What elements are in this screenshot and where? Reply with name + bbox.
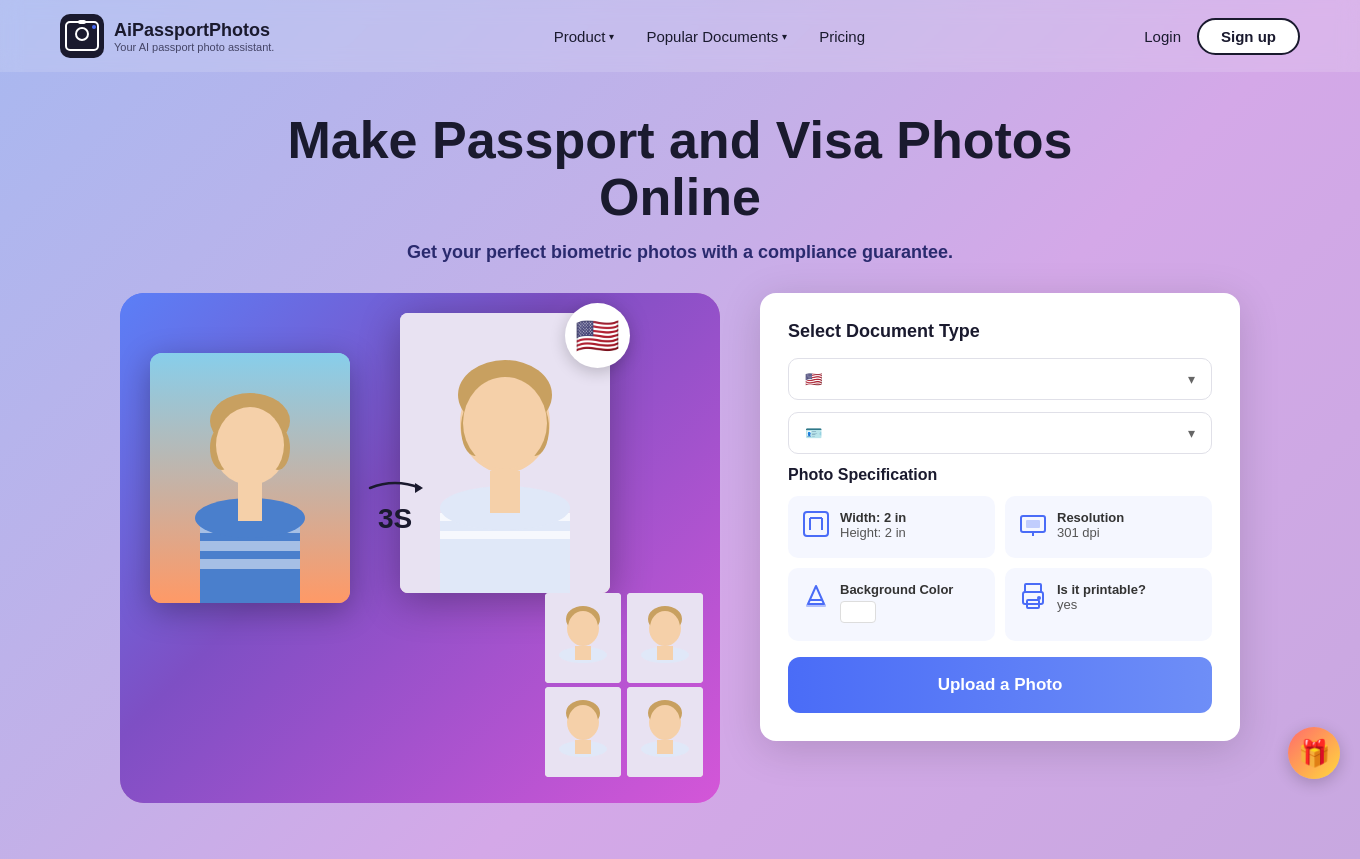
svg-rect-14 [200,559,300,569]
flag-circle: 🇺🇸 [565,303,630,368]
hero-subtitle: Get your perfect biometric photos with a… [407,242,953,263]
main-nav: Product ▾ Popular Documents ▾ Pricing [554,28,865,45]
chevron-down-icon: ▾ [1188,425,1195,441]
svg-point-50 [650,705,680,739]
form-section-title: Select Document Type [788,321,1212,342]
svg-marker-17 [415,483,423,493]
svg-point-32 [568,611,598,645]
svg-rect-46 [575,740,591,754]
main-content: 3S 🇺🇸 [0,263,1360,843]
form-card: Select Document Type 🇺🇸 ▾ 🪪 ▾ Photo Spec… [760,293,1240,741]
svg-point-10 [216,407,284,483]
spec-height-label: Height: 2 in [840,525,906,540]
small-photo-1 [545,593,621,683]
printer-icon [1019,582,1047,616]
spec-printable-label: Is it printable? [1057,582,1146,597]
original-photo-card [150,353,350,603]
brand-tagline: Your AI passport photo assistant. [114,41,274,53]
arrow-area: 3S [365,473,425,535]
spec-resolution: Resolution 301 dpi [1005,496,1212,558]
logo-text: AiPassportPhotos Your AI passport photo … [114,20,274,53]
svg-point-4 [92,25,96,29]
nav-product[interactable]: Product ▾ [554,28,615,45]
svg-rect-40 [657,646,673,660]
doc-type-dropdown[interactable]: 🪪 ▾ [788,412,1212,454]
svg-rect-3 [78,20,86,24]
svg-rect-34 [575,646,591,660]
color-swatch[interactable] [840,601,876,623]
small-photo-3 [545,687,621,777]
spec-resolution-label: Resolution [1057,510,1124,525]
svg-rect-26 [440,531,570,539]
gift-badge[interactable]: 🎁 [1288,727,1340,779]
signup-button[interactable]: Sign up [1197,18,1300,55]
size-icon [802,510,830,544]
small-photos-grid [545,593,705,777]
header: AiPassportPhotos Your AI passport photo … [0,0,1360,72]
svg-point-44 [568,705,598,739]
nav-buttons: Login Sign up [1144,18,1300,55]
hero-title: Make Passport and Visa Photos Online [230,112,1130,226]
resolution-icon [1019,510,1047,544]
svg-rect-52 [657,740,673,754]
chevron-down-icon: ▾ [609,31,614,42]
spec-dpi-value: 301 dpi [1057,525,1124,540]
spec-printable: Is it printable? yes [1005,568,1212,641]
svg-rect-53 [804,512,828,536]
spec-grid: Width: 2 in Height: 2 in Resolution 30 [788,496,1212,641]
login-button[interactable]: Login [1144,28,1181,45]
country-dropdown[interactable]: 🇺🇸 ▾ [788,358,1212,400]
chevron-down-icon: ▾ [782,31,787,42]
arrow-icon [365,473,425,503]
svg-rect-28 [490,471,520,513]
chevron-down-icon: ▾ [1188,371,1195,387]
background-color-icon [802,582,830,616]
spec-background: Background Color [788,568,995,641]
svg-rect-60 [1026,520,1040,528]
svg-rect-16 [238,481,262,521]
svg-rect-62 [1025,584,1041,592]
svg-point-65 [1037,596,1041,600]
spec-width-label: Width: 2 in [840,510,906,525]
timer-label: 3S [378,503,412,535]
spec-bg-label: Background Color [840,582,953,597]
spec-title: Photo Specification [788,466,1212,484]
spec-size: Width: 2 in Height: 2 in [788,496,995,558]
spec-printable-value: yes [1057,597,1146,612]
flag-icon: 🇺🇸 [805,371,822,387]
doc-type-icon: 🪪 [805,425,822,441]
nav-pricing[interactable]: Pricing [819,28,865,45]
brand-name: AiPassportPhotos [114,20,274,41]
small-photo-2 [627,593,703,683]
upload-photo-button[interactable]: Upload a Photo [788,657,1212,713]
svg-point-23 [463,377,547,469]
hero-section: Make Passport and Visa Photos Online Get… [0,72,1360,263]
small-photo-4 [627,687,703,777]
photo-demo: 3S 🇺🇸 [120,293,720,803]
svg-rect-61 [806,604,826,607]
nav-popular-documents[interactable]: Popular Documents ▾ [646,28,787,45]
logo: AiPassportPhotos Your AI passport photo … [60,14,274,58]
logo-icon [60,14,104,58]
svg-rect-13 [200,541,300,551]
svg-point-38 [650,611,680,645]
